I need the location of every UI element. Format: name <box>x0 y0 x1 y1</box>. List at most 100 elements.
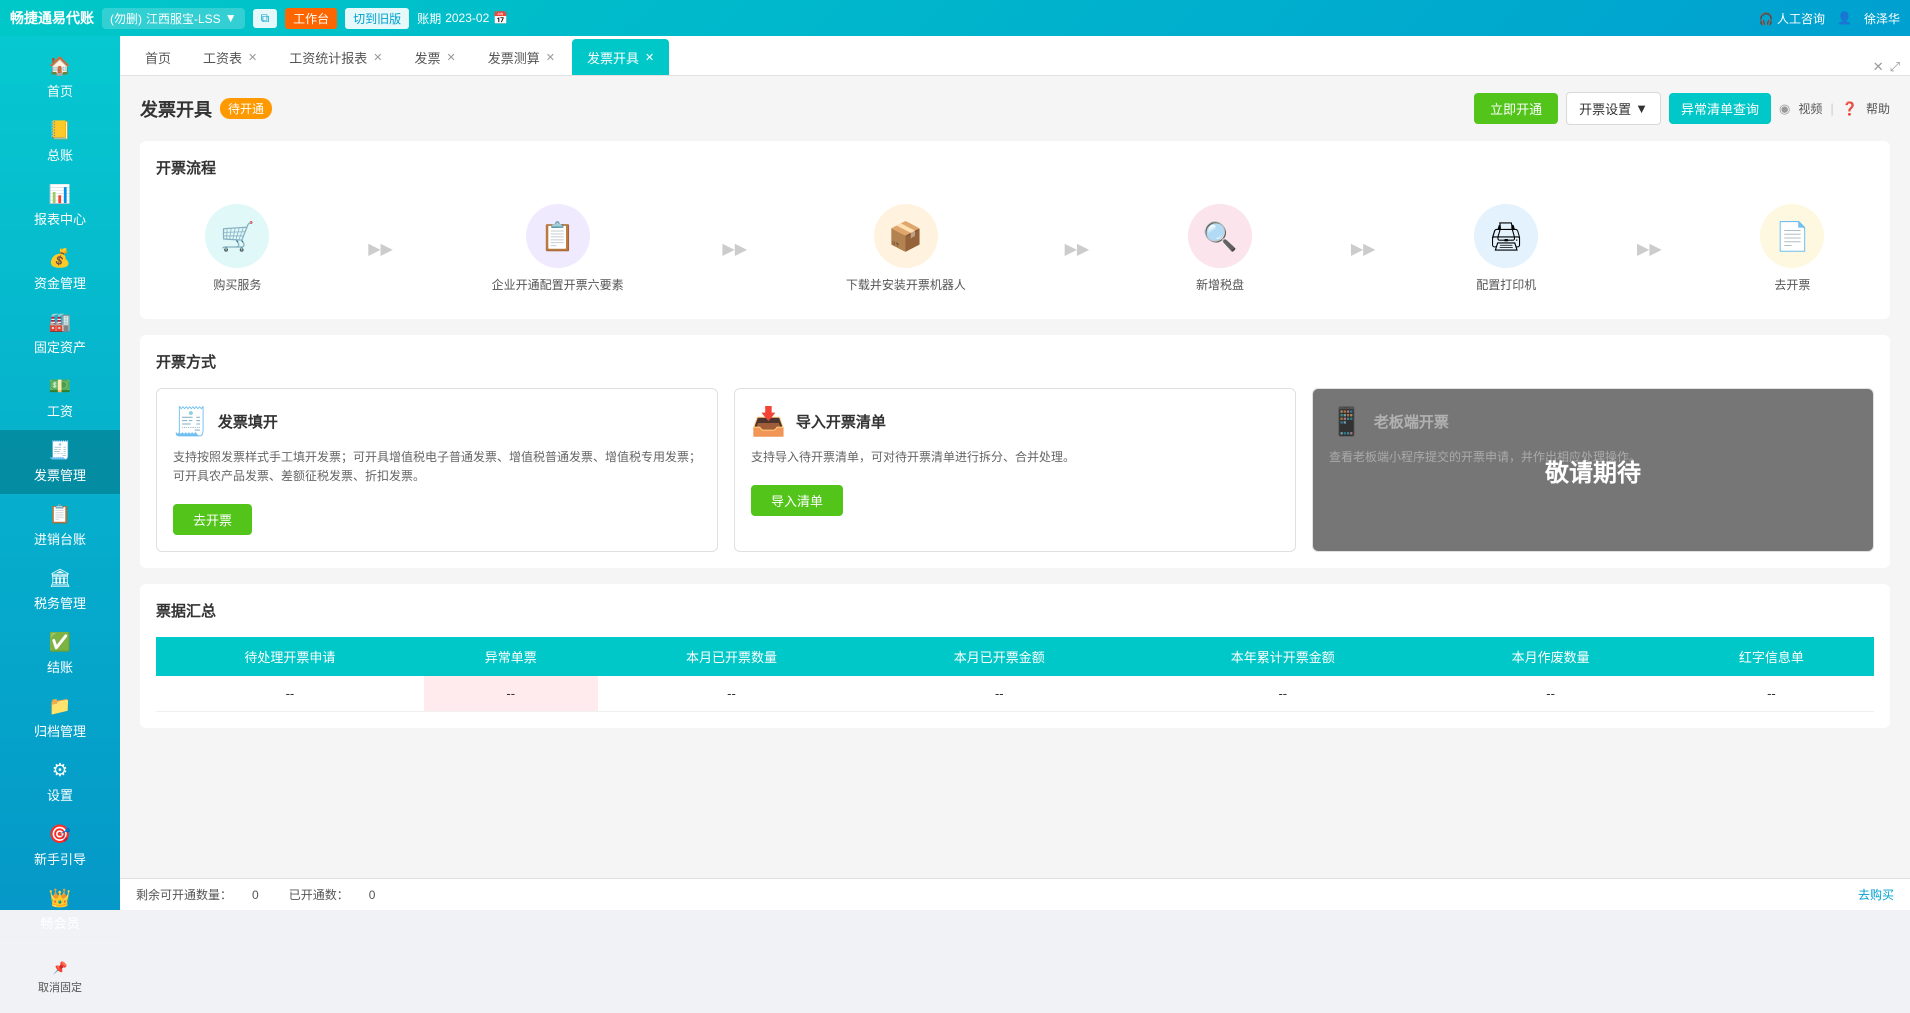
sidebar-item-home[interactable]: 🏠 首页 <box>0 46 120 110</box>
sidebar: 🏠 首页 📒 总账 📊 报表中心 💰 资金管理 🏭 固定资产 💵 工资 🧾 发票… <box>0 36 120 910</box>
method-manual-btn[interactable]: 去开票 <box>173 504 252 535</box>
sidebar-item-archive[interactable]: 📁 归档管理 <box>0 686 120 750</box>
method-import-btn[interactable]: 导入清单 <box>751 485 843 516</box>
tab-invoice-calc[interactable]: 发票测算 ✕ <box>473 39 570 75</box>
tab-salary-stats-close[interactable]: ✕ <box>373 51 382 64</box>
step-printer[interactable]: 🖨 配置打印机 <box>1474 204 1538 293</box>
invoice-methods: 🧾 发票填开 支持按照发票样式手工填开发票；可开具增值税电子普通发票、增值税普通… <box>156 388 1874 552</box>
tab-invoice-calc-close[interactable]: ✕ <box>546 51 555 64</box>
switch-old-button[interactable]: 切到旧版 <box>345 8 409 29</box>
sidebar-item-funds[interactable]: 💰 资金管理 <box>0 238 120 302</box>
step-open[interactable]: 📄 去开票 <box>1760 204 1824 293</box>
view-label: 视频 <box>1798 100 1822 117</box>
summary-header-month-amount: 本月已开票金额 <box>865 637 1133 676</box>
step-setup[interactable]: 📋 企业开通配置开票六要素 <box>492 204 624 293</box>
tab-invoice[interactable]: 发票 ✕ <box>399 39 470 75</box>
cell-month-amount: -- <box>865 676 1133 712</box>
unpin-button[interactable]: 📌 取消固定 <box>0 951 120 1005</box>
tab-invoice-close[interactable]: ✕ <box>447 51 456 64</box>
tab-salary-table-close[interactable]: ✕ <box>248 51 257 64</box>
bottom-bar: 剩余可开通数量： 0 已开通数： 0 去购买 <box>120 878 1910 910</box>
sidebar-item-vip[interactable]: 👑 畅会员 <box>0 878 120 942</box>
company-dropdown-icon: ▼ <box>225 11 237 25</box>
sidebar-label-ledger: 总账 <box>47 145 73 164</box>
method-manual-header: 🧾 发票填开 <box>173 405 701 438</box>
sidebar-item-purchase[interactable]: 📋 进销台账 <box>0 494 120 558</box>
cell-abnormal: -- <box>424 676 598 712</box>
step-taxdisk[interactable]: 🔍 新增税盘 <box>1188 204 1252 293</box>
salary-icon: 💵 <box>49 376 71 397</box>
method-card-import: 📥 导入开票清单 支持导入待开票清单，可对待开票清单进行拆分、合并处理。 导入清… <box>734 388 1296 552</box>
ledger-icon: 📒 <box>49 120 71 141</box>
cell-month-count: -- <box>598 676 866 712</box>
ticket-settings-button[interactable]: 开票设置 ▼ <box>1566 92 1661 125</box>
separator: | <box>1830 101 1833 116</box>
method-import-header: 📥 导入开票清单 <box>751 405 1279 438</box>
content-area: 发票开具 待开通 立即开通 开票设置 ▼ 异常清单查询 ◉ 视频 | ❓ 帮助 <box>120 76 1910 878</box>
tab-salary-table[interactable]: 工资表 ✕ <box>188 39 272 75</box>
sidebar-item-salary[interactable]: 💵 工资 <box>0 366 120 430</box>
abnormal-query-button[interactable]: 异常清单查询 <box>1669 93 1771 124</box>
copy-button[interactable]: ⧉ <box>253 9 278 28</box>
main-content: 首页 工资表 ✕ 工资统计报表 ✕ 发票 ✕ 发票测算 ✕ 发票开具 ✕ <box>120 36 1910 910</box>
summary-header-pending: 待处理开票申请 <box>156 637 424 676</box>
consultant-button[interactable]: 🎧 人工咨询 <box>1759 10 1825 27</box>
arrow-1: ▶▶ <box>368 239 393 259</box>
sidebar-item-tax[interactable]: 🏛 税务管理 <box>0 558 120 622</box>
step-taxdisk-icon: 🔍 <box>1188 204 1252 268</box>
step-download[interactable]: 📦 下载并安装开票机器人 <box>846 204 966 293</box>
assets-icon: 🏭 <box>49 312 71 333</box>
buy-link[interactable]: 去购买 <box>1858 886 1894 903</box>
tab-bar: 首页 工资表 ✕ 工资统计报表 ✕ 发票 ✕ 发票测算 ✕ 发票开具 ✕ <box>120 36 1910 76</box>
summary-header-red-info: 红字信息单 <box>1669 637 1874 676</box>
settings-icon: ⚙ <box>52 760 68 781</box>
sidebar-label-tax: 税务管理 <box>34 593 86 612</box>
sidebar-item-settings[interactable]: ⚙ 设置 <box>0 750 120 814</box>
period-calendar-icon[interactable]: 📅 <box>493 11 508 25</box>
arrow-2: ▶▶ <box>722 239 747 259</box>
tab-close-all-icon[interactable]: ✕ <box>1873 59 1884 75</box>
company-selector[interactable]: (勿删) 江西服宝-LSS ▼ <box>102 8 245 29</box>
sidebar-item-reports[interactable]: 📊 报表中心 <box>0 174 120 238</box>
open-now-button[interactable]: 立即开通 <box>1474 93 1558 124</box>
sidebar-label-assets: 固定资产 <box>34 337 86 356</box>
sidebar-label-settings: 设置 <box>47 785 73 804</box>
methods-section-title: 开票方式 <box>156 351 1874 372</box>
sidebar-item-ledger[interactable]: 📒 总账 <box>0 110 120 174</box>
sidebar-bottom: 📌 取消固定 <box>0 942 120 1013</box>
page-title-wrap: 发票开具 待开通 <box>140 96 272 122</box>
step-download-label: 下载并安装开票机器人 <box>846 276 966 293</box>
period-value: 2023-02 <box>445 11 489 25</box>
sidebar-label-settle: 结账 <box>47 657 73 676</box>
home-icon: 🏠 <box>49 56 71 77</box>
tab-invoice-open[interactable]: 发票开具 ✕ <box>572 39 669 75</box>
unpin-label: 取消固定 <box>38 979 82 995</box>
method-import-title: 导入开票清单 <box>796 411 886 432</box>
workspace-button[interactable]: 工作台 <box>285 8 337 29</box>
method-card-old: 📱 老板端开票 查看老板端小程序提交的开票申请，并作出相应处理操作。 敬请期待 <box>1312 388 1874 552</box>
tab-invoice-open-close[interactable]: ✕ <box>645 51 654 64</box>
tab-salary-stats[interactable]: 工资统计报表 ✕ <box>274 39 397 75</box>
tab-home[interactable]: 首页 <box>130 39 186 75</box>
summary-header-year-amount: 本年累计开票金额 <box>1133 637 1432 676</box>
period-display: 账期 2023-02 📅 <box>417 10 508 27</box>
sidebar-item-assets[interactable]: 🏭 固定资产 <box>0 302 120 366</box>
sidebar-item-settle[interactable]: ✅ 结账 <box>0 622 120 686</box>
summary-section-title: 票据汇总 <box>156 600 1874 621</box>
step-buy[interactable]: 🛒 购买服务 <box>205 204 269 293</box>
page-title: 发票开具 <box>140 96 212 122</box>
tab-restore-icon[interactable]: ⤢ <box>1890 59 1900 75</box>
arrow-5: ▶▶ <box>1637 239 1662 259</box>
sidebar-item-guide[interactable]: 🎯 新手引导 <box>0 814 120 878</box>
chevron-down-icon: ▼ <box>1635 101 1648 116</box>
summary-section: 票据汇总 待处理开票申请 异常单票 本月已开票数量 本月已开票金额 本年累计开票… <box>140 584 1890 728</box>
sidebar-label-funds: 资金管理 <box>34 273 86 292</box>
process-section-title: 开票流程 <box>156 157 1874 178</box>
help-icon: ❓ <box>1842 101 1858 117</box>
opened-value: 0 <box>369 888 376 902</box>
company-name: 江西服宝-LSS <box>146 10 221 27</box>
sidebar-item-invoice[interactable]: 🧾 发票管理 <box>0 430 120 494</box>
tab-invoice-label: 发票 <box>414 48 440 67</box>
process-steps: 🛒 购买服务 ▶▶ 📋 企业开通配置开票六要素 ▶▶ 📦 下载并安装开票机器人 … <box>156 194 1874 303</box>
sidebar-label-vip: 畅会员 <box>40 913 79 932</box>
